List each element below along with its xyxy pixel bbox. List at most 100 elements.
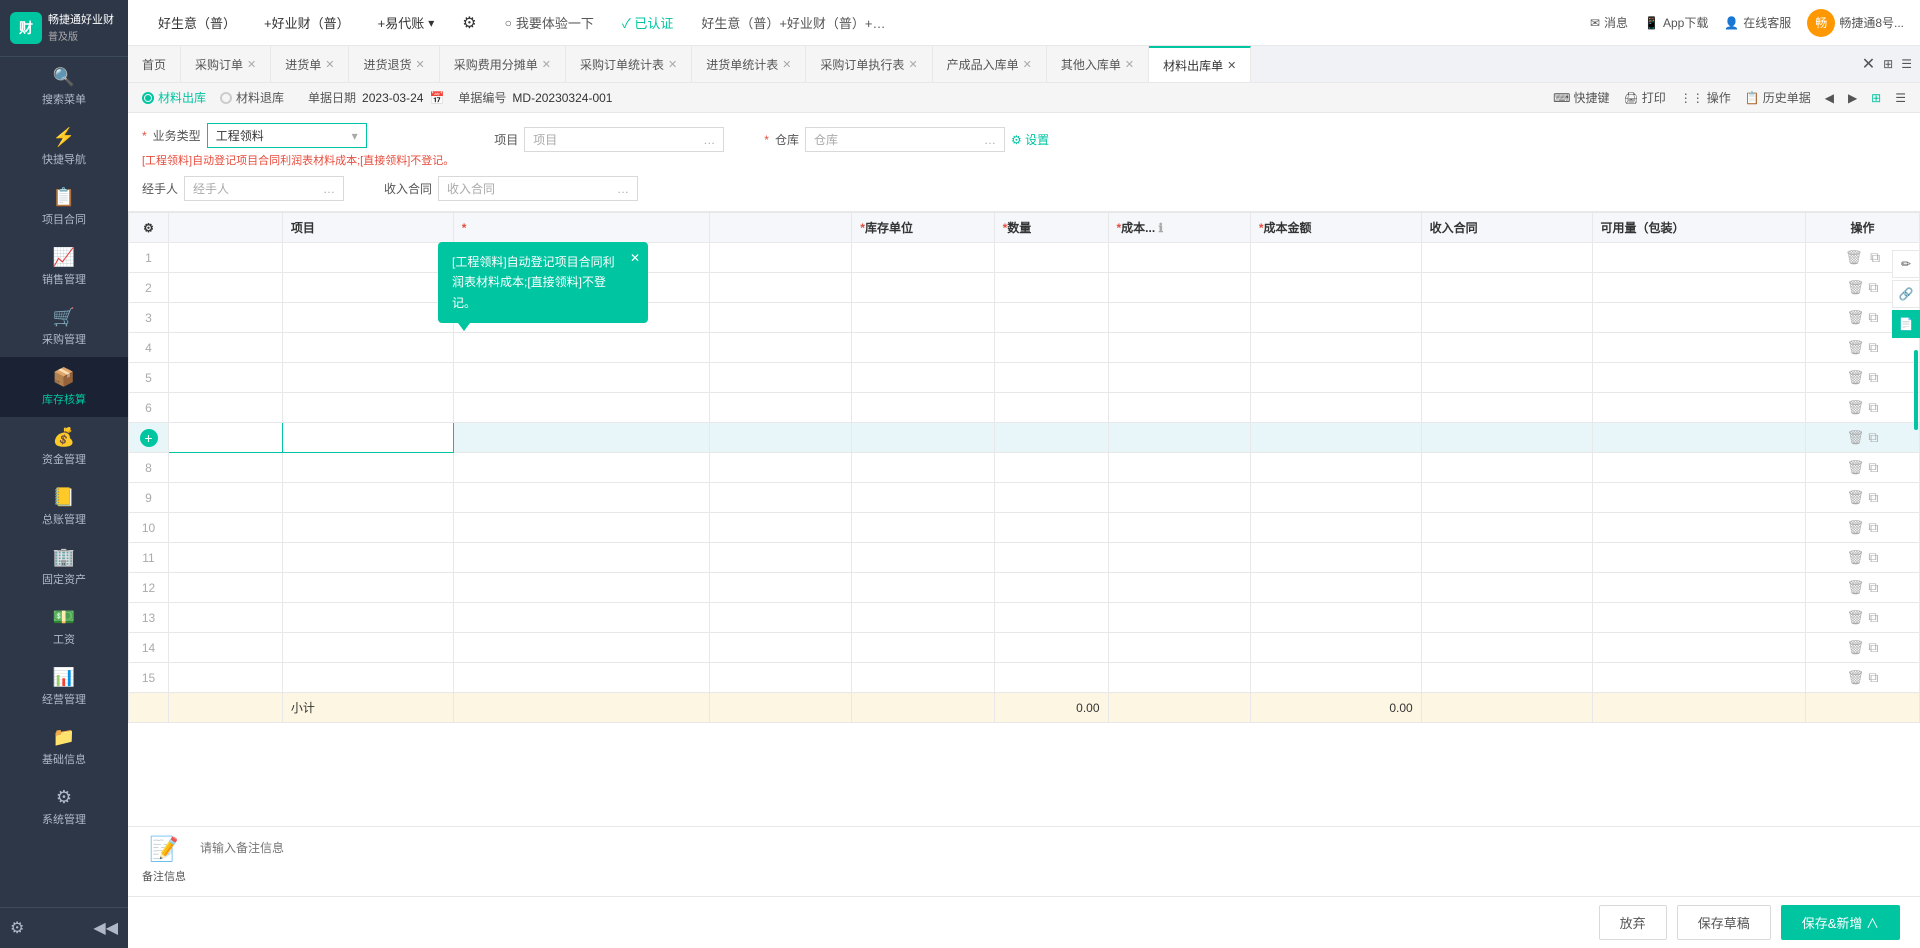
sidebar-item-fixed[interactable]: 🏢 固定资产 [0,537,128,597]
nav-prev-btn[interactable]: ◀ [1825,91,1834,105]
delete-icon[interactable]: 🗑 [1847,519,1865,535]
tab-incoming-stat[interactable]: 进货单统计表 ✕ [692,46,806,82]
table-view-btn[interactable]: ⊞ [1871,91,1881,105]
sidebar-item-inventory[interactable]: 📦 库存核算 [0,357,128,417]
handler-select[interactable]: 经手人 … [184,176,344,201]
topbar-online-service[interactable]: 👤 在线客服 [1724,14,1791,31]
note-input[interactable] [196,835,1906,885]
topbar-trial[interactable]: ○ 我要体验一下 [491,0,608,46]
right-panel-doc-icon[interactable]: 📄 [1892,310,1920,338]
save-draft-btn[interactable]: 保存草稿 [1677,905,1771,940]
col-settings-icon[interactable]: ⚙ [143,221,154,235]
income-contract-select[interactable]: 收入合同 … [438,176,638,201]
nav-next-btn[interactable]: ▶ [1848,91,1857,105]
sidebar-item-project[interactable]: 📋 项目合同 [0,177,128,237]
sidebar-item-basic[interactable]: 📁 基础信息 [0,717,128,777]
settings-bottom-icon[interactable]: ⚙ [10,918,24,938]
cell-project[interactable] [282,243,453,273]
delete-icon[interactable]: 🗑 [1847,309,1865,325]
tab-material-out[interactable]: 材料出库单 ✕ [1149,46,1251,82]
print-btn[interactable]: 🖨 打印 [1623,89,1665,106]
delete-icon[interactable]: 🗑 [1847,369,1865,385]
tab-close-purchase[interactable]: ✕ [247,58,256,71]
sidebar-item-payroll[interactable]: 💵 工资 [0,597,128,657]
copy-icon[interactable]: ⧉ [1868,279,1878,295]
topbar-message[interactable]: ✉ 消息 [1590,14,1628,31]
list-view-icon[interactable]: ☰ [1901,57,1912,71]
copy-icon[interactable]: ⧉ [1870,249,1880,265]
tab-close-purchase-stat[interactable]: ✕ [668,58,677,71]
delete-icon[interactable]: 🗑 [1847,669,1865,685]
sidebar-item-sales[interactable]: 📈 销售管理 [0,237,128,297]
copy-icon[interactable]: ⧉ [1868,339,1878,355]
business-type-select[interactable]: 工程领料 ▾ [207,123,367,148]
sidebar-item-ops[interactable]: 📊 经营管理 [0,657,128,717]
tab-close-material-out[interactable]: ✕ [1227,59,1236,72]
cell-cost[interactable] [1108,243,1250,273]
delete-icon[interactable]: 🗑 [1847,279,1865,295]
delete-icon[interactable]: 🗑 [1847,399,1865,415]
cell-income-contract[interactable] [1421,243,1592,273]
tab-incoming[interactable]: 进货单 ✕ [271,46,349,82]
collapse-icon[interactable]: ◀◀ [93,918,118,938]
copy-icon[interactable]: ⧉ [1868,429,1878,445]
topbar-verified[interactable]: ✓ 已认证 [608,0,688,46]
tooltip-close-btn[interactable]: ✕ [630,248,640,268]
topbar-settings-icon[interactable]: ⚙ [448,0,490,46]
copy-icon[interactable]: ⧉ [1868,519,1878,535]
copy-icon[interactable]: ⧉ [1868,669,1878,685]
sidebar-item-ledger[interactable]: 📒 总账管理 [0,477,128,537]
delete-icon[interactable]: 🗑 [1847,339,1865,355]
cell-spec[interactable] [709,243,851,273]
delete-icon[interactable]: 🗑 [1847,609,1865,625]
copy-icon[interactable]: ⧉ [1868,549,1878,565]
calendar-icon[interactable]: 📅 [429,91,444,105]
delete-icon[interactable]: 🗑 [1847,579,1865,595]
right-panel-link-icon[interactable]: 🔗 [1892,280,1920,308]
add-row-btn[interactable]: + [140,429,158,447]
delete-icon[interactable]: 🗑 [1847,639,1865,655]
grid-view-icon[interactable]: ⊞ [1883,57,1893,71]
copy-icon[interactable]: ⧉ [1868,489,1878,505]
tab-purchase-exec[interactable]: 采购订单执行表 ✕ [806,46,932,82]
topbar-user[interactable]: 畅 畅捷通8号... [1807,9,1904,37]
settings-right-btn[interactable]: ⚙ 设置 [1011,131,1049,148]
tab-close-other-stock[interactable]: ✕ [1125,58,1134,71]
topbar-nav-haoyecai[interactable]: +好业财（普） [250,0,364,46]
warehouse-select[interactable]: 仓库 … [805,127,1005,152]
tab-close-purchase-exec[interactable]: ✕ [908,58,917,71]
tab-close-purchase-fee[interactable]: ✕ [542,58,551,71]
tab-purchase-stat[interactable]: 采购订单统计表 ✕ [566,46,692,82]
tab-close-incoming-return[interactable]: ✕ [416,58,425,71]
tab-close-finished-goods[interactable]: ✕ [1023,58,1032,71]
copy-icon[interactable]: ⧉ [1868,579,1878,595]
delete-icon[interactable]: 🗑 [1847,549,1865,565]
copy-icon[interactable]: ⧉ [1868,309,1878,325]
radio-material-out[interactable]: 材料出库 [142,89,206,106]
topbar-app-download[interactable]: 📱 App下载 [1644,14,1708,31]
sidebar-item-finance[interactable]: 💰 资金管理 [0,417,128,477]
copy-icon[interactable]: ⧉ [1868,639,1878,655]
delete-icon[interactable]: 🗑 [1845,249,1863,265]
topbar-nav-haoshengyi[interactable]: 好生意（普） [144,0,250,46]
radio-material-return[interactable]: 材料退库 [220,89,284,106]
discard-btn[interactable]: 放弃 [1599,905,1667,940]
copy-icon[interactable]: ⧉ [1868,609,1878,625]
tab-close-incoming-stat[interactable]: ✕ [782,58,791,71]
tab-other-stock[interactable]: 其他入库单 ✕ [1047,46,1149,82]
cell-cost-amount[interactable] [1250,243,1421,273]
tab-purchase-fee[interactable]: 采购费用分摊单 ✕ [440,46,566,82]
shortcut-btn[interactable]: ⌨ 快捷键 [1553,89,1609,106]
tab-home[interactable]: 首页 [128,46,181,82]
delete-icon[interactable]: 🗑 [1847,459,1865,475]
operations-btn[interactable]: ⋮⋮ 操作 [1680,89,1731,106]
delete-icon[interactable]: 🗑 [1847,429,1865,445]
copy-icon[interactable]: ⧉ [1868,459,1878,475]
delete-icon[interactable]: 🗑 [1847,489,1865,505]
form-view-btn[interactable]: ☰ [1895,91,1906,105]
cell-unit[interactable] [852,243,994,273]
copy-icon[interactable]: ⧉ [1868,369,1878,385]
right-panel-edit-icon[interactable]: ✏ [1892,250,1920,278]
project-select[interactable]: 项目 … [524,127,724,152]
tab-close-incoming[interactable]: ✕ [325,58,334,71]
